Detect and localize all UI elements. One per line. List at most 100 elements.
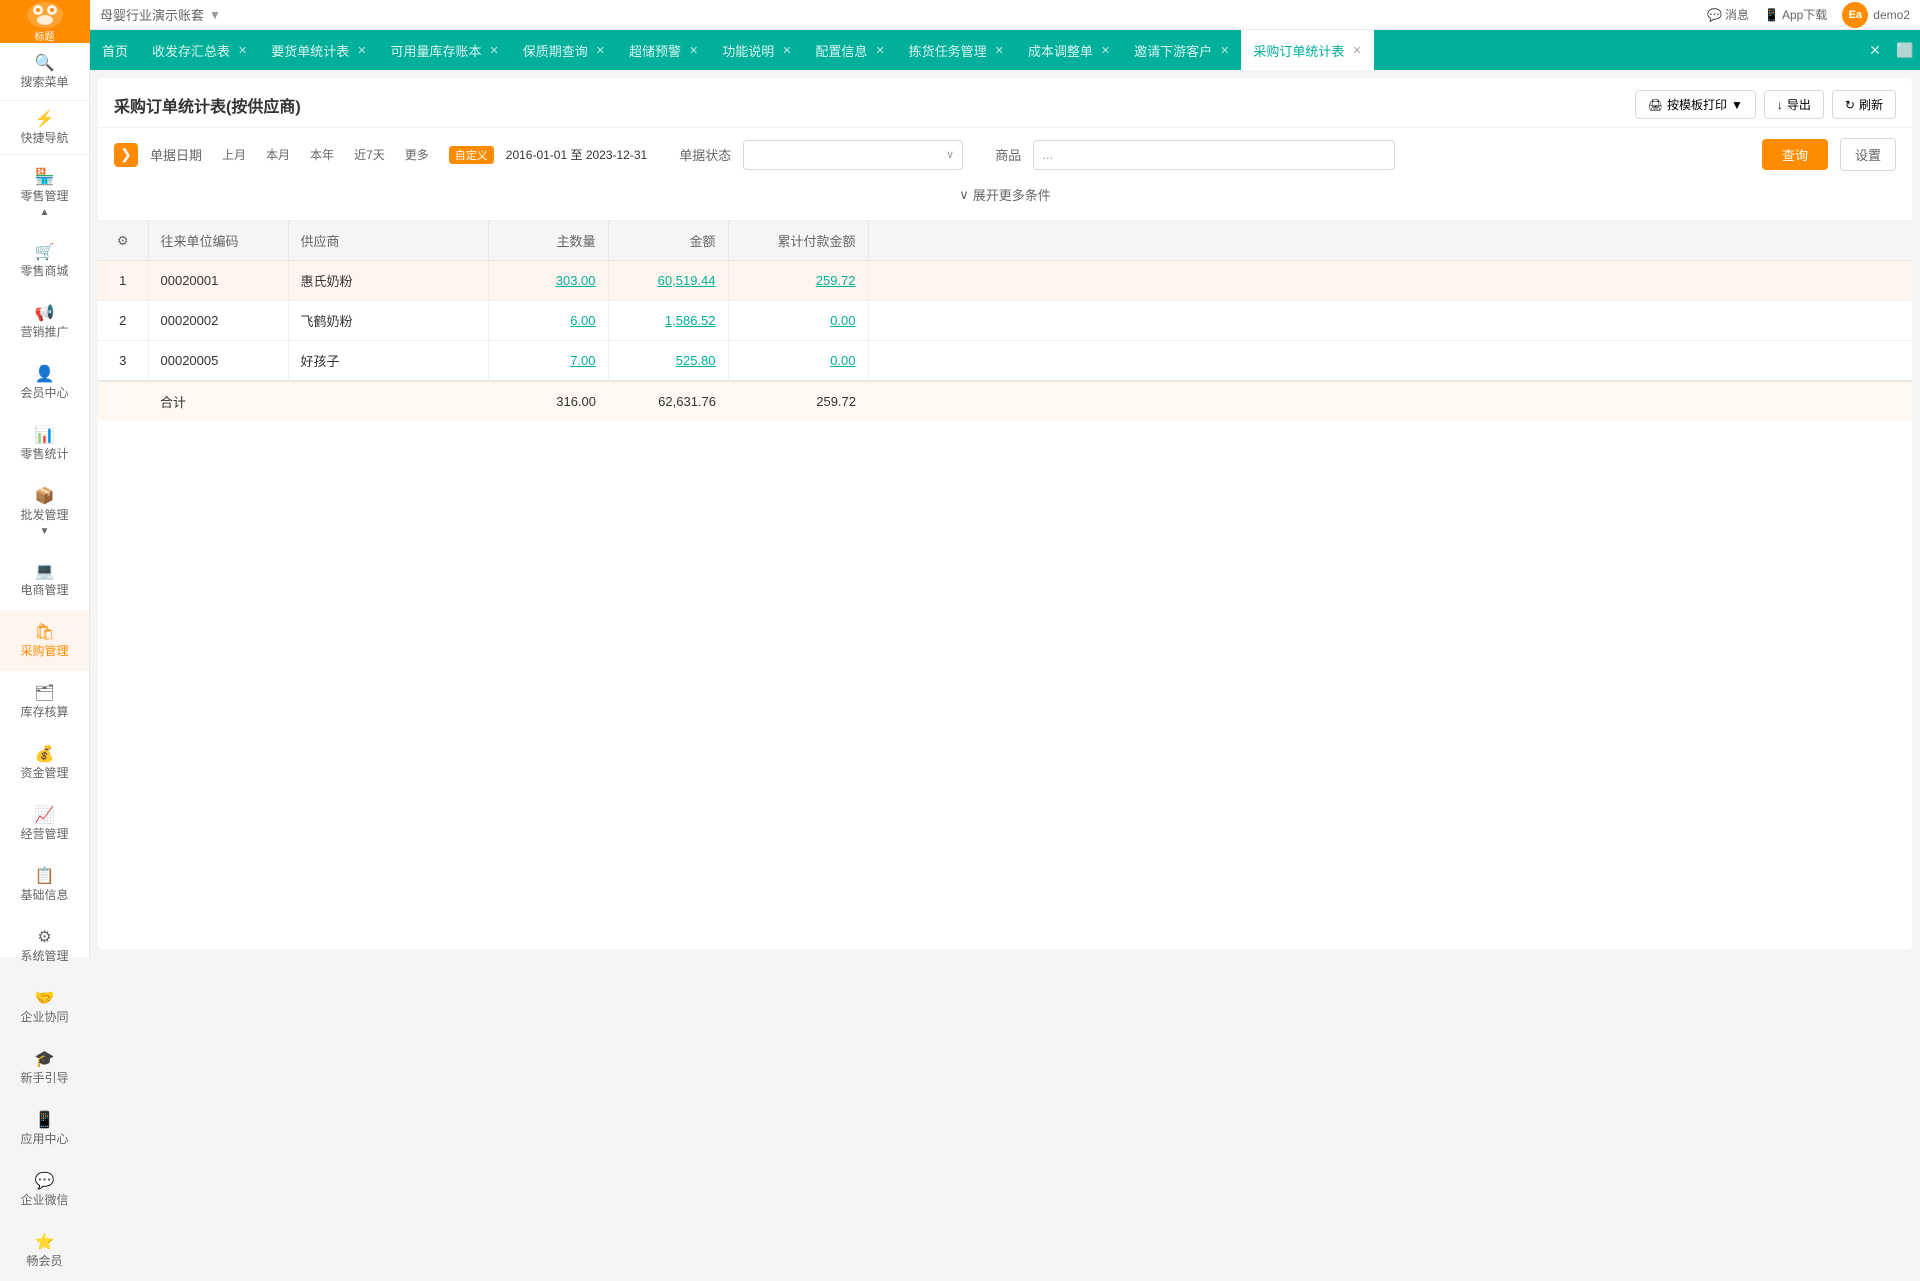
user-avatar[interactable]: Ea demo2 <box>1842 2 1910 28</box>
sidebar-item-purchase[interactable]: 🛍 采购管理 <box>0 610 89 671</box>
sidebar-item-search[interactable]: 🔍 搜索菜单 <box>0 43 89 101</box>
close-tab-receive-summary[interactable]: ✕ <box>238 44 247 57</box>
table-header-row: ⚙ 往来单位编码 供应商 主数量 金额 累计付款金额 <box>98 221 1912 261</box>
table-footer-row: 合计 316.00 62,631.76 259.72 <box>98 381 1912 421</box>
row-3-paid[interactable]: 0.00 <box>728 341 868 382</box>
sidebar-item-inventory[interactable]: 🗂 库存核算 <box>0 671 89 732</box>
close-tab-expiry-query[interactable]: ✕ <box>596 44 605 57</box>
refresh-button[interactable]: ↻ 刷新 <box>1832 90 1896 119</box>
col-header-code: 往来单位编码 <box>148 221 288 261</box>
close-tab-pick-task[interactable]: ✕ <box>995 44 1004 57</box>
maximize-btn[interactable]: ⬜ <box>1890 30 1920 70</box>
tab-overstock-warning[interactable]: 超储预警 ✕ <box>617 30 710 70</box>
export-button[interactable]: ↓ 导出 <box>1764 90 1824 119</box>
close-tab-cost-adjust[interactable]: ✕ <box>1101 44 1110 57</box>
sidebar-item-member[interactable]: 👤 会员中心 <box>0 352 89 413</box>
page-header-actions: 🖨 按模板打印 ▼ ↓ 导出 ↻ 刷新 <box>1635 90 1896 119</box>
tab-available-stock[interactable]: 可用量库存账本 ✕ <box>378 30 510 70</box>
sidebar-item-guide[interactable]: 🎓 新手引导 <box>0 1037 89 1098</box>
sidebar-item-stats[interactable]: 📊 零售统计 <box>0 413 89 474</box>
row-1-extra <box>868 261 1912 301</box>
close-tab-available-stock[interactable]: ✕ <box>490 44 499 57</box>
table-row[interactable]: 2 00020002 飞鹤奶粉 6.00 1,586.52 0.00 <box>98 301 1912 341</box>
row-2-amount[interactable]: 1,586.52 <box>608 301 728 341</box>
this-year-btn[interactable]: 本年 <box>302 143 342 166</box>
logo-icon <box>25 0 65 30</box>
tab-invite-downstream[interactable]: 邀请下游客户 ✕ <box>1122 30 1241 70</box>
print-dropdown-icon: ▼ <box>1731 98 1743 112</box>
app-download-btn[interactable]: 📱 App下载 <box>1764 6 1827 23</box>
tab-receive-summary[interactable]: 收发存汇总表 ✕ <box>140 30 259 70</box>
message-btn[interactable]: 💬 消息 <box>1707 6 1749 23</box>
date-filter-label: 单据日期 <box>150 145 202 164</box>
row-3-supplier: 好孩子 <box>288 341 488 382</box>
tab-config-info[interactable]: 配置信息 ✕ <box>803 30 896 70</box>
tab-order-summary[interactable]: 要货单统计表 ✕ <box>259 30 378 70</box>
filter-toggle-btn[interactable]: ❯ <box>114 143 138 167</box>
goods-input[interactable]: ... <box>1033 140 1394 170</box>
sidebar-item-system[interactable]: ⚙ 系统管理 <box>0 915 89 976</box>
custom-date-badge[interactable]: 自定义 <box>449 146 494 164</box>
sidebar-logo: 标题 <box>0 0 90 43</box>
query-button[interactable]: 查询 <box>1762 139 1828 170</box>
sidebar-item-operations[interactable]: 📈 经营管理 <box>0 793 89 854</box>
last-month-btn[interactable]: 上月 <box>214 143 254 166</box>
row-3-amount[interactable]: 525.80 <box>608 341 728 382</box>
row-1-index: 1 <box>98 261 148 301</box>
table-row[interactable]: 3 00020005 好孩子 7.00 525.80 0.00 <box>98 341 1912 382</box>
sidebar-item-retail[interactable]: 🏪 零售管理 ▲ <box>0 155 89 230</box>
tab-expiry-query[interactable]: 保质期查询 ✕ <box>511 30 617 70</box>
tab-function-desc[interactable]: 功能说明 ✕ <box>710 30 803 70</box>
message-icon: 💬 <box>1707 8 1722 22</box>
tab-home[interactable]: 首页 <box>90 30 140 70</box>
content-area: 采购订单统计表(按供应商) 🖨 按模板打印 ▼ ↓ 导出 ↻ 刷新 <box>90 70 1920 957</box>
refresh-icon: ↻ <box>1845 98 1855 112</box>
status-dropdown-icon: ∨ <box>946 148 954 161</box>
settings-button[interactable]: 设置 <box>1840 138 1896 171</box>
sidebar-item-basic[interactable]: 📋 基础信息 <box>0 854 89 915</box>
close-tab-invite-downstream[interactable]: ✕ <box>1220 44 1229 57</box>
filter-area: ❯ 单据日期 上月 本月 本年 近7天 更多 自定义 2016-01-01 至 … <box>98 128 1912 221</box>
row-3-qty[interactable]: 7.00 <box>488 341 608 382</box>
sidebar-item-mall[interactable]: 🛒 零售商城 <box>0 230 89 291</box>
row-2-paid[interactable]: 0.00 <box>728 301 868 341</box>
print-button[interactable]: 🖨 按模板打印 ▼ <box>1635 90 1756 119</box>
topbar: 母婴行业演示账套 ▼ 💬 消息 📱 App下载 Ea demo2 <box>90 0 1920 30</box>
workspace-dropdown-icon[interactable]: ▼ <box>209 8 221 22</box>
close-tab-order-summary[interactable]: ✕ <box>357 44 366 57</box>
expand-more-conditions-btn[interactable]: ∨ 展开更多条件 <box>114 179 1896 210</box>
sidebar-item-app-center[interactable]: 📱 应用中心 <box>0 1098 89 1159</box>
close-all-tabs-btn[interactable]: ✕ <box>1860 30 1890 70</box>
row-1-paid[interactable]: 259.72 <box>728 261 868 301</box>
sidebar-item-wholesale[interactable]: 📦 批发管理 ▼ <box>0 474 89 549</box>
close-tab-purchase-order-summary[interactable]: ✕ <box>1352 44 1361 57</box>
tab-cost-adjust[interactable]: 成本调整单 ✕ <box>1016 30 1122 70</box>
close-tab-config-info[interactable]: ✕ <box>875 44 884 57</box>
footer-extra <box>868 381 1912 421</box>
wholesale-arrow-icon: ▼ <box>40 526 50 537</box>
col-header-extra <box>868 221 1912 261</box>
sidebar-item-ecommerce[interactable]: 💻 电商管理 <box>0 549 89 610</box>
tab-pick-task[interactable]: 拣货任务管理 ✕ <box>897 30 1016 70</box>
close-tab-function-desc[interactable]: ✕ <box>782 44 791 57</box>
sidebar-item-collab[interactable]: 🤝 企业协同 <box>0 976 89 1037</box>
table-row[interactable]: 1 00020001 惠氏奶粉 303.00 60,519.44 259.72 <box>98 261 1912 301</box>
sidebar-item-finance[interactable]: 💰 资金管理 <box>0 732 89 793</box>
row-2-supplier: 飞鹤奶粉 <box>288 301 488 341</box>
last-7-days-btn[interactable]: 近7天 <box>346 143 393 166</box>
sidebar-item-wechat[interactable]: 💬 企业微信 <box>0 1159 89 1220</box>
sidebar-item-promotion[interactable]: 📢 营销推广 <box>0 291 89 352</box>
row-1-amount[interactable]: 60,519.44 <box>608 261 728 301</box>
row-3-extra <box>868 341 1912 382</box>
this-month-btn[interactable]: 本月 <box>258 143 298 166</box>
status-select[interactable]: ∨ <box>743 140 963 170</box>
sidebar-item-vip[interactable]: ⭐ 畅会员 <box>0 1220 89 1281</box>
column-settings-btn[interactable]: ⚙ <box>98 221 148 261</box>
sidebar-item-shortcut[interactable]: ⚡ 快捷导航 <box>0 101 89 155</box>
row-2-qty[interactable]: 6.00 <box>488 301 608 341</box>
close-tab-overstock-warning[interactable]: ✕ <box>689 44 698 57</box>
more-date-btn[interactable]: 更多 <box>397 143 437 166</box>
row-1-qty[interactable]: 303.00 <box>488 261 608 301</box>
export-icon: ↓ <box>1777 98 1783 112</box>
tab-purchase-order-summary[interactable]: 采购订单统计表 ✕ <box>1241 30 1373 70</box>
